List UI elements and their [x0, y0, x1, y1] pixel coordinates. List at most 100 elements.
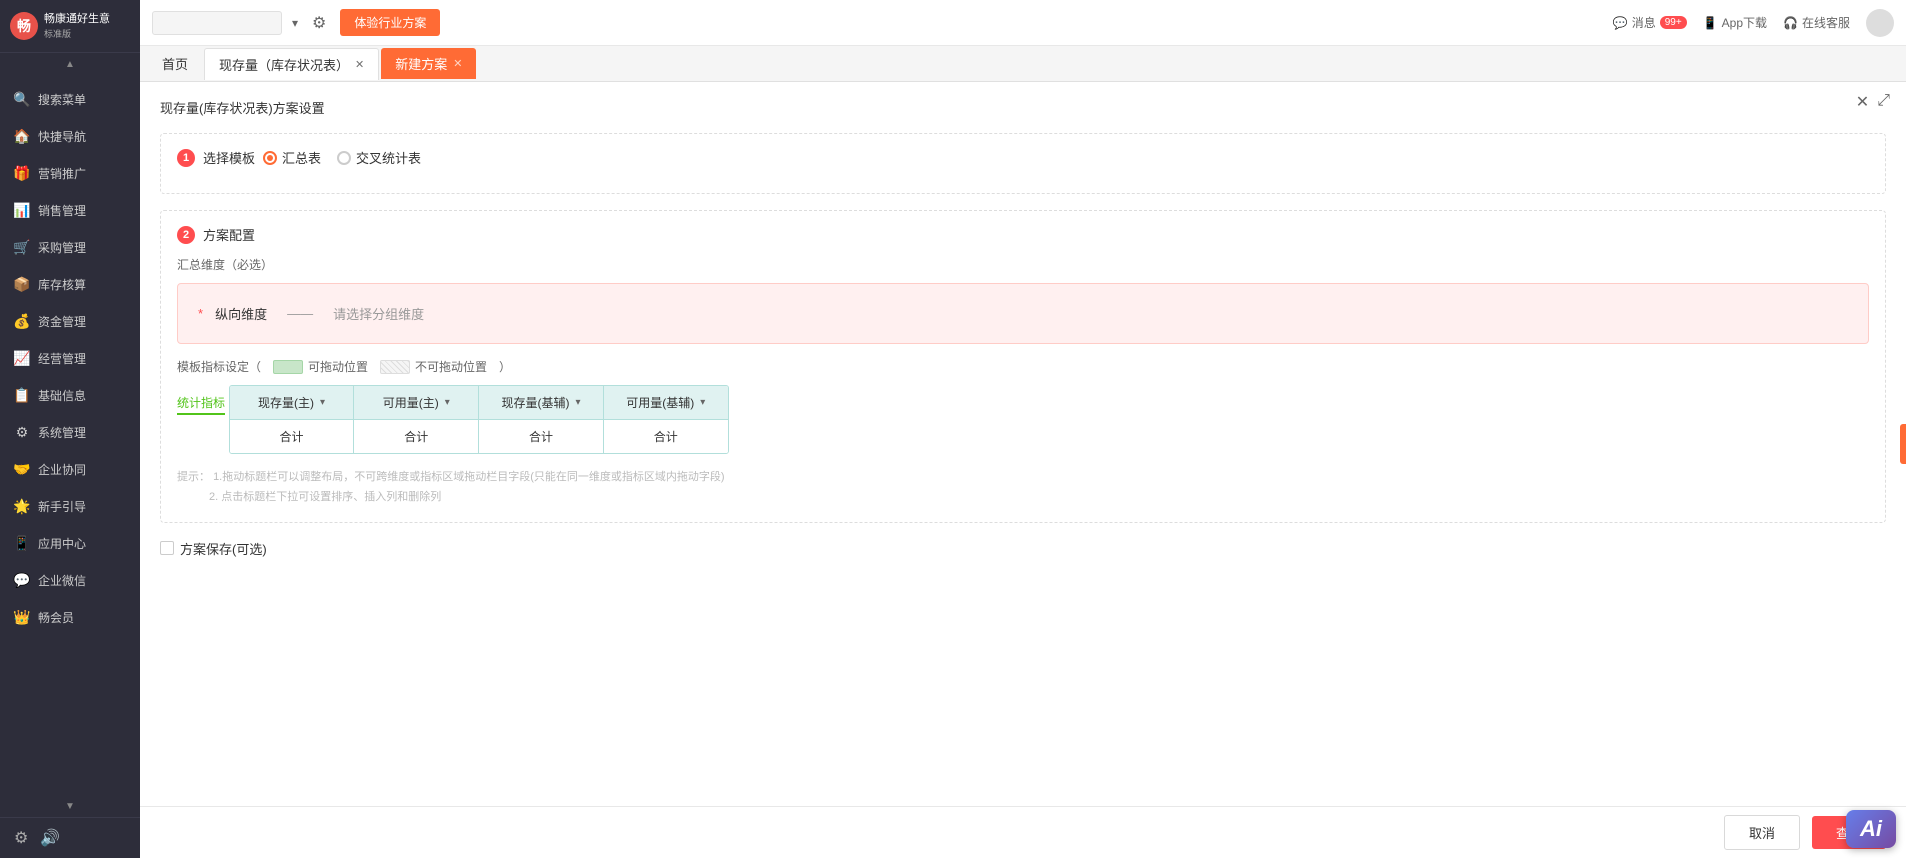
tab-inventory-status[interactable]: 现存量（库存状况表） ✕: [204, 48, 379, 80]
message-icon: 💬: [1613, 16, 1628, 30]
sidebar-item-member[interactable]: 👑 畅会员: [0, 599, 140, 636]
topbar-search-input[interactable]: [152, 11, 282, 35]
sidebar-item-system[interactable]: ⚙ 系统管理: [0, 414, 140, 451]
sidebar-item-search-menu[interactable]: 🔍 搜索菜单: [0, 81, 140, 118]
stats-col-2-header[interactable]: 现存量(基辅) ▾: [479, 386, 603, 419]
stats-col-1-header[interactable]: 可用量(主) ▾: [354, 386, 478, 419]
required-dim-area[interactable]: * 纵向维度 —— 请选择分组维度: [177, 283, 1869, 344]
radio-crosstab[interactable]: 交叉统计表: [337, 148, 421, 167]
section-plan-config: 2 方案配置 汇总维度（必选） * 纵向维度 —— 请选择分组维度 模板指标设定…: [160, 210, 1886, 523]
stats-col-3-label: 可用量(基辅): [626, 394, 694, 411]
topbar-dropdown-btn[interactable]: ▾: [292, 16, 298, 30]
logo-icon: 畅: [10, 12, 38, 40]
stats-col-3: 可用量(基辅) ▾: [604, 386, 728, 419]
app-download-label: App下载: [1722, 14, 1767, 31]
section-choose-template: 1 选择模板 汇总表 交叉统计表: [160, 133, 1886, 194]
tabbar: 首页 现存量（库存状况表） ✕ 新建方案 ✕: [140, 46, 1906, 82]
sidebar-item-sales[interactable]: 📊 销售管理: [0, 192, 140, 229]
stats-body-col-3: 合计: [604, 419, 728, 453]
sidebar-item-enterprise-wechat[interactable]: 💬 企业微信: [0, 562, 140, 599]
scroll-up-btn[interactable]: ▲: [60, 57, 80, 71]
sound-icon[interactable]: 🔊: [40, 828, 60, 848]
section1-title: 选择模板: [203, 148, 255, 167]
col-1-dropdown-icon[interactable]: ▾: [445, 397, 450, 408]
sidebar-item-label: 搜索菜单: [38, 91, 86, 108]
sidebar-scroll-bottom[interactable]: ▼: [0, 795, 140, 817]
sidebar-item-label: 快捷导航: [38, 128, 86, 145]
section2-header: 2 方案配置: [177, 225, 1869, 244]
sidebar-item-label: 企业协同: [38, 461, 86, 478]
sales-icon: 📊: [14, 203, 30, 219]
topbar-online-service[interactable]: 🎧 在线客服: [1783, 14, 1850, 31]
stats-col-0: 现存量(主) ▾: [230, 386, 355, 419]
sidebar-item-new-guide[interactable]: 🌟 新手引导: [0, 488, 140, 525]
member-icon: 👑: [14, 610, 30, 626]
main-area: ▾ ⚙ 体验行业方案 💬 消息 99+ 📱 App下载 🎧 在线客服 首页: [140, 0, 1906, 858]
section1-num: 1: [177, 149, 195, 167]
sidebar-item-marketing[interactable]: 🎁 营销推广: [0, 155, 140, 192]
basic-info-icon: 📋: [14, 388, 30, 404]
enterprise-icon: 🤝: [14, 462, 30, 478]
app-download-icon: 📱: [1703, 16, 1718, 30]
save-checkbox[interactable]: [160, 541, 174, 555]
sidebar-item-label: 销售管理: [38, 202, 86, 219]
sidebar-item-finance[interactable]: 💰 资金管理: [0, 303, 140, 340]
topbar-app-download[interactable]: 📱 App下载: [1703, 14, 1767, 31]
system-icon: ⚙: [14, 425, 30, 441]
stats-col-0-label: 现存量(主): [258, 394, 314, 411]
radio-summary[interactable]: 汇总表: [263, 148, 321, 167]
topbar-avatar[interactable]: [1866, 9, 1894, 37]
sidebar-item-label: 基础信息: [38, 387, 86, 404]
sidebar-scroll-top[interactable]: ▲: [0, 53, 140, 75]
search-menu-icon: 🔍: [14, 92, 30, 108]
tab-new-plan[interactable]: 新建方案 ✕: [381, 48, 476, 79]
close-icon[interactable]: ✕: [1856, 92, 1869, 112]
col-3-dropdown-icon[interactable]: ▾: [700, 397, 705, 408]
tab-inventory-close-icon[interactable]: ✕: [355, 58, 364, 71]
tab-home[interactable]: 首页: [148, 48, 202, 79]
sidebar-item-label: 新手引导: [38, 498, 86, 515]
save-row[interactable]: 方案保存(可选): [160, 539, 1886, 558]
ai-badge[interactable]: Ai: [1846, 810, 1896, 848]
tab-new-plan-close-icon[interactable]: ✕: [453, 57, 462, 70]
sidebar-item-app-center[interactable]: 📱 应用中心: [0, 525, 140, 562]
sidebar-footer: ⚙ 🔊: [0, 817, 140, 858]
marketing-icon: 🎁: [14, 166, 30, 182]
scroll-down-btn[interactable]: ▼: [60, 799, 80, 813]
stats-section: 统计指标 现存量(主) ▾ 可用量(主) ▾: [177, 385, 1869, 454]
sidebar-item-purchase[interactable]: 🛒 采购管理: [0, 229, 140, 266]
stats-col-0-header[interactable]: 现存量(主) ▾: [230, 386, 354, 419]
online-service-label: 在线客服: [1802, 14, 1850, 31]
col-2-dropdown-icon[interactable]: ▾: [576, 397, 581, 408]
sidebar-item-enterprise[interactable]: 🤝 企业协同: [0, 451, 140, 488]
sidebar-item-operations[interactable]: 📈 经营管理: [0, 340, 140, 377]
col-0-dropdown-icon[interactable]: ▾: [320, 397, 325, 408]
required-star: *: [198, 306, 203, 321]
cancel-button[interactable]: 取消: [1724, 815, 1800, 850]
sidebar-item-label: 资金管理: [38, 313, 86, 330]
right-edge-tab[interactable]: [1900, 424, 1906, 464]
save-label: 方案保存(可选): [180, 539, 267, 558]
app-name: 畅康通好生意: [44, 12, 110, 27]
sidebar-item-basic-info[interactable]: 📋 基础信息: [0, 377, 140, 414]
sidebar-item-label: 企业微信: [38, 572, 86, 589]
sidebar-item-label: 采购管理: [38, 239, 86, 256]
sidebar-item-quick-nav[interactable]: 🏠 快捷导航: [0, 118, 140, 155]
draggable-indicator: 可拖动位置: [273, 358, 368, 375]
settings-icon[interactable]: ⚙: [14, 828, 28, 848]
stats-col-2: 现存量(基辅) ▾: [479, 386, 604, 419]
expand-icon[interactable]: ⤢: [1877, 92, 1890, 112]
bottombar: 取消 查询: [140, 806, 1906, 858]
sidebar-item-inventory[interactable]: 📦 库存核算: [0, 266, 140, 303]
stats-col-3-header[interactable]: 可用量(基辅) ▾: [604, 386, 728, 419]
topbar-gear-icon[interactable]: ⚙: [312, 13, 326, 33]
sidebar-item-label: 经营管理: [38, 350, 86, 367]
inventory-icon: 📦: [14, 277, 30, 293]
trial-btn[interactable]: 体验行业方案: [340, 9, 440, 36]
sidebar-item-label: 系统管理: [38, 424, 86, 441]
tab-inventory-label: 现存量（库存状况表）: [219, 55, 349, 74]
template-radio-group: 汇总表 交叉统计表: [263, 148, 421, 167]
section2-num: 2: [177, 226, 195, 244]
content-area: ✕ ⤢ 现存量(库存状况表)方案设置 1 选择模板 汇总表 交叉统计表: [140, 82, 1906, 806]
topbar-message-item[interactable]: 💬 消息 99+: [1613, 14, 1687, 31]
